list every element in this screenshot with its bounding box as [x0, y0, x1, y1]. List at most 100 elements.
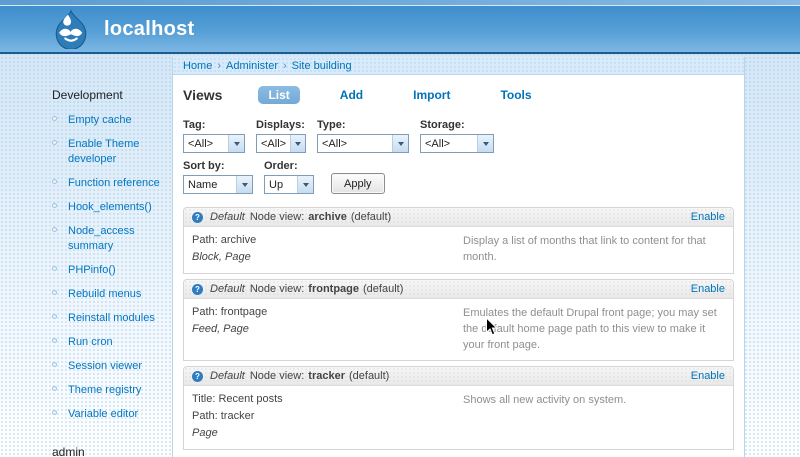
filters: Tag: <All> Displays: <All> Type: <All> S…	[183, 119, 734, 194]
view-type-label: Default	[210, 283, 245, 295]
content-panel: Home › Administer › Site building Views …	[172, 57, 745, 457]
help-icon[interactable]: ?	[192, 211, 203, 223]
view-description: Display a list of months that link to co…	[463, 235, 706, 263]
filter-sort-by-label: Sort by:	[183, 160, 225, 172]
mouse-cursor	[485, 316, 498, 342]
view-row-body: Path: archive Block, Page Display a list…	[184, 227, 733, 273]
filter-type-select[interactable]: <All>	[317, 134, 409, 153]
filter-storage-label: Storage:	[420, 119, 465, 131]
breadcrumb-home[interactable]: Home	[183, 60, 212, 72]
view-path-line: Path: frontpage	[192, 306, 268, 318]
view-row-frontpage: ? Default Node view: frontpage (default)…	[183, 279, 734, 361]
sidebar-item-reinstall-modules[interactable]: Reinstall modules	[52, 311, 174, 326]
tab-tools[interactable]: Tools	[490, 86, 541, 104]
bullet-circle-icon	[52, 263, 68, 271]
filter-displays-select[interactable]: <All>	[256, 134, 306, 153]
view-description: Shows all new activity on system.	[463, 394, 627, 406]
bullet-circle-icon	[52, 200, 68, 208]
sidebar-heading-admin: admin	[52, 445, 85, 457]
tab-import[interactable]: Import	[403, 86, 460, 104]
view-suffix: (default)	[350, 211, 392, 223]
apply-button[interactable]: Apply	[331, 173, 385, 194]
filter-order: Order: Up	[264, 160, 314, 194]
sidebar-section-admin: admin My account Create content Administ…	[52, 445, 174, 457]
bullet-circle-icon	[52, 335, 68, 343]
bullet-circle-icon	[52, 359, 68, 367]
bullet-circle-icon	[52, 113, 68, 121]
dropdown-arrow-icon	[477, 135, 493, 152]
breadcrumb-separator: ›	[282, 59, 287, 72]
bullet-circle-icon	[52, 383, 68, 391]
filter-tag-label: Tag:	[183, 119, 206, 131]
bullet-circle-icon	[52, 287, 68, 295]
sidebar-item-run-cron[interactable]: Run cron	[52, 335, 174, 350]
filter-storage-select[interactable]: <All>	[420, 134, 494, 153]
enable-link[interactable]: Enable	[691, 283, 725, 295]
view-title-line: Title: Recent posts	[192, 393, 283, 405]
page-title: Views	[183, 87, 223, 103]
help-icon[interactable]: ?	[192, 283, 203, 295]
view-row-header: ? Default Node view: frontpage (default)…	[184, 280, 733, 299]
view-row-body: Title: Recent posts Path: tracker Page S…	[184, 386, 733, 449]
content-area: Views List Add Import Tools Tag: <All> D…	[173, 75, 744, 457]
view-details: Path: archive Block, Page	[192, 232, 463, 266]
breadcrumb-site-building[interactable]: Site building	[292, 60, 352, 72]
sidebar-item-hook-elements[interactable]: Hook_elements()	[52, 200, 174, 215]
sidebar-item-phpinfo[interactable]: PHPinfo()	[52, 263, 174, 278]
filter-order-label: Order:	[264, 160, 298, 172]
view-row-tracker: ? Default Node view: tracker (default) E…	[183, 366, 734, 450]
view-kind: Node view:	[249, 283, 305, 295]
view-details: Path: frontpage Feed, Page	[192, 304, 463, 353]
view-suffix: (default)	[348, 370, 390, 382]
header-main: localhost	[0, 6, 800, 54]
bullet-circle-icon	[52, 407, 68, 415]
view-row-header: ? Default Node view: archive (default) E…	[184, 208, 733, 227]
filter-type: Type: <All>	[317, 119, 409, 153]
site-name[interactable]: localhost	[104, 18, 195, 41]
view-row-body: Path: frontpage Feed, Page Emulates the …	[184, 299, 733, 360]
tabs: List Add Import Tools	[258, 86, 541, 104]
sidebar-item-empty-cache[interactable]: Empty cache	[52, 113, 174, 128]
filter-tag-select[interactable]: <All>	[183, 134, 245, 153]
sidebar-item-session-viewer[interactable]: Session viewer	[52, 359, 174, 374]
view-description: Emulates the default Drupal front page; …	[463, 307, 717, 351]
breadcrumb-administer[interactable]: Administer	[226, 60, 278, 72]
help-icon[interactable]: ?	[192, 370, 203, 382]
sidebar-item-enable-theme-developer[interactable]: Enable Theme developer	[52, 137, 174, 167]
filter-tag: Tag: <All>	[183, 119, 245, 153]
bullet-circle-icon	[52, 176, 68, 184]
view-name: frontpage	[308, 283, 360, 295]
filter-type-label: Type:	[317, 119, 346, 131]
view-path-line: Path: archive	[192, 234, 257, 246]
enable-link[interactable]: Enable	[691, 211, 725, 223]
breadcrumb: Home › Administer › Site building	[173, 57, 744, 75]
sidebar-item-function-reference[interactable]: Function reference	[52, 176, 174, 191]
filter-order-select[interactable]: Up	[264, 175, 314, 194]
filter-storage: Storage: <All>	[420, 119, 494, 153]
sidebar-item-theme-registry[interactable]: Theme registry	[52, 383, 174, 398]
dropdown-arrow-icon	[290, 135, 305, 152]
view-displays: Feed, Page	[192, 323, 249, 335]
view-suffix: (default)	[363, 283, 404, 295]
view-row-archive: ? Default Node view: archive (default) E…	[183, 207, 734, 274]
sidebar: Development Empty cache Enable Theme dev…	[52, 88, 174, 457]
sidebar-item-rebuild-menus[interactable]: Rebuild menus	[52, 287, 174, 302]
view-path-line: Path: tracker	[192, 410, 255, 422]
drupal-logo-icon[interactable]	[52, 9, 90, 51]
enable-link[interactable]: Enable	[691, 370, 725, 382]
tab-add[interactable]: Add	[330, 86, 373, 104]
view-kind: Node view:	[249, 211, 305, 223]
filter-displays-label: Displays:	[256, 119, 305, 131]
bullet-circle-icon	[52, 137, 68, 145]
sidebar-heading-development: Development	[52, 88, 123, 102]
view-displays: Block, Page	[192, 251, 251, 263]
filter-sort-by-select[interactable]: Name	[183, 175, 253, 194]
view-displays: Page	[192, 427, 218, 439]
sidebar-item-variable-editor[interactable]: Variable editor	[52, 407, 174, 422]
view-details: Title: Recent posts Path: tracker Page	[192, 391, 463, 442]
dropdown-arrow-icon	[236, 176, 252, 193]
tab-list[interactable]: List	[258, 86, 300, 104]
filter-row-1: Tag: <All> Displays: <All> Type: <All> S…	[183, 119, 734, 153]
sidebar-item-node-access-summary[interactable]: Node_access summary	[52, 224, 174, 254]
view-type-label: Default	[210, 370, 245, 382]
